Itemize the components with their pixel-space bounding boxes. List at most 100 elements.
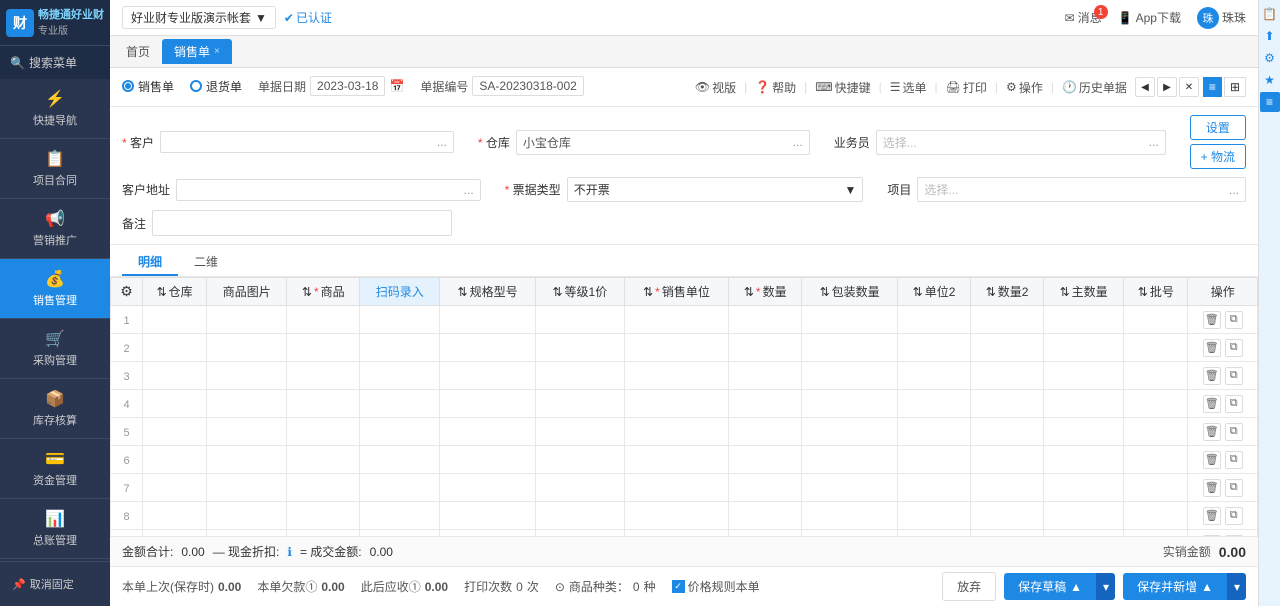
td-pack-qty[interactable] xyxy=(802,306,898,334)
customer-dots[interactable]: ... xyxy=(437,135,447,149)
view-card[interactable]: ⊞ xyxy=(1224,77,1246,97)
rp-icon-1[interactable]: 📋 xyxy=(1260,4,1280,24)
copy-icon[interactable]: ⧉ xyxy=(1225,311,1243,329)
sidebar-unpin[interactable]: 📌 取消固定 xyxy=(8,570,102,598)
sort-icon5[interactable]: ⇅ xyxy=(643,285,653,299)
note-input[interactable] xyxy=(152,210,452,236)
staff-dots[interactable]: ... xyxy=(1149,135,1159,149)
tab-sales-order[interactable]: 销售单 × xyxy=(162,39,232,64)
save-new-button[interactable]: 保存并新增 ▲ xyxy=(1123,573,1227,600)
sort-icon3[interactable]: ⇅ xyxy=(458,285,468,299)
address-dots[interactable]: ... xyxy=(464,183,474,197)
staff-input[interactable]: 选择... ... xyxy=(876,130,1166,155)
td-spec[interactable] xyxy=(440,306,536,334)
rp-icon-3[interactable]: ⚙ xyxy=(1260,48,1280,68)
action-view[interactable]: 👁 视版 xyxy=(691,77,740,98)
delete-icon[interactable]: 🗑 xyxy=(1203,339,1221,357)
sidebar-item-project[interactable]: 📋 项目合同 xyxy=(0,139,110,199)
sort-icon[interactable]: ⇅ xyxy=(157,285,167,299)
invoice-select[interactable]: 不开票 ▼ xyxy=(567,177,864,202)
copy-icon[interactable]: ⧉ xyxy=(1225,507,1243,525)
radio-returns[interactable]: 退货单 xyxy=(190,78,242,95)
calendar-icon[interactable]: 📅 xyxy=(389,79,404,93)
sort-icon6[interactable]: ⇅ xyxy=(744,285,754,299)
delete-icon[interactable]: 🗑 xyxy=(1203,423,1221,441)
td-image[interactable] xyxy=(207,306,287,334)
nav-close[interactable]: ✕ xyxy=(1179,77,1199,97)
number-value[interactable]: SA-20230318-002 xyxy=(472,76,583,96)
gear-icon[interactable]: ⚙ xyxy=(120,283,133,299)
td-product[interactable] xyxy=(287,306,360,334)
add-logistics-button[interactable]: + 物流 xyxy=(1190,144,1246,169)
radio-sales[interactable]: 销售单 xyxy=(122,78,174,95)
save-draft-arrow-button[interactable]: ▾ xyxy=(1096,573,1115,600)
sidebar-item-funds[interactable]: 💳 资金管理 xyxy=(0,439,110,499)
sort-icon8[interactable]: ⇅ xyxy=(913,285,923,299)
td-qty2[interactable] xyxy=(971,306,1044,334)
td-price1[interactable] xyxy=(535,306,624,334)
tab-close-icon[interactable]: × xyxy=(214,46,220,57)
price-check-checkbox[interactable] xyxy=(672,580,685,593)
app-download-btn[interactable]: 📱 App下载 xyxy=(1118,9,1181,26)
copy-icon[interactable]: ⧉ xyxy=(1225,423,1243,441)
sidebar-item-purchase[interactable]: 🛒 采购管理 xyxy=(0,319,110,379)
td-main-qty[interactable] xyxy=(1044,306,1124,334)
copy-icon[interactable]: ⧉ xyxy=(1225,479,1243,497)
copy-icon[interactable]: ⧉ xyxy=(1225,451,1243,469)
sort-icon4[interactable]: ⇅ xyxy=(552,285,562,299)
tab-detail[interactable]: 明细 xyxy=(122,249,178,276)
delete-icon[interactable]: 🗑 xyxy=(1203,479,1221,497)
view-table[interactable]: ≡ xyxy=(1203,77,1222,97)
address-input[interactable]: ... xyxy=(176,179,481,201)
sort-icon7[interactable]: ⇅ xyxy=(820,285,830,299)
td-unit2[interactable] xyxy=(898,306,971,334)
sort-icon2[interactable]: ⇅ xyxy=(302,285,312,299)
save-draft-button[interactable]: 保存草稿 ▲ xyxy=(1004,573,1096,600)
save-new-arrow-button[interactable]: ▾ xyxy=(1227,573,1246,600)
sort-icon10[interactable]: ⇅ xyxy=(1060,285,1070,299)
td-warehouse[interactable] xyxy=(143,306,207,334)
tab-home[interactable]: 首页 xyxy=(118,39,158,64)
td-batch-import[interactable] xyxy=(360,306,440,334)
sidebar-item-marketing[interactable]: 📢 营销推广 xyxy=(0,199,110,259)
copy-icon[interactable]: ⧉ xyxy=(1225,395,1243,413)
sort-icon9[interactable]: ⇅ xyxy=(986,285,996,299)
messages-btn[interactable]: ✉ 消息 1 xyxy=(1065,9,1102,26)
sidebar-item-inventory[interactable]: 📦 库存核算 xyxy=(0,379,110,439)
table-container[interactable]: ⚙ ⇅仓库 商品图片 ⇅*商品 扫码录入 ⇅规格型号 ⇅等级1价 ⇅*销售单位 … xyxy=(110,277,1258,536)
project-input[interactable]: 选择... ... xyxy=(917,177,1246,202)
sidebar-item-accounting[interactable]: 📊 总账管理 xyxy=(0,499,110,559)
action-ops[interactable]: ⚙ 操作 xyxy=(1002,77,1047,98)
user-btn[interactable]: 珠 珠珠 xyxy=(1197,7,1246,29)
copy-icon[interactable]: ⧉ xyxy=(1225,339,1243,357)
td-batch-no[interactable] xyxy=(1124,306,1188,334)
sidebar-search[interactable]: 🔍 搜索菜单 xyxy=(0,46,110,79)
nav-next[interactable]: ▶ xyxy=(1157,77,1177,97)
sidebar-item-quick-nav[interactable]: ⚡ 快捷导航 xyxy=(0,79,110,139)
action-shortcut[interactable]: ⌨ 快捷键 xyxy=(811,77,874,98)
delete-icon[interactable]: 🗑 xyxy=(1203,367,1221,385)
copy-icon[interactable]: ⧉ xyxy=(1225,367,1243,385)
action-print[interactable]: 🖨 打印 xyxy=(942,77,991,98)
price-check-item[interactable]: 价格规则本单 xyxy=(672,578,760,595)
project-dots[interactable]: ... xyxy=(1229,183,1239,197)
rp-icon-5[interactable]: ≡ xyxy=(1260,92,1280,112)
company-dropdown[interactable]: 好业财专业版演示帐套 ▼ xyxy=(122,6,276,29)
warehouse-input[interactable]: 小宝仓库 ... xyxy=(516,130,810,155)
tab-2d[interactable]: 二维 xyxy=(178,249,234,276)
customer-input[interactable]: ... xyxy=(160,131,454,153)
td-sales-unit[interactable] xyxy=(624,306,728,334)
nav-prev[interactable]: ◀ xyxy=(1135,77,1155,97)
delete-icon[interactable]: 🗑 xyxy=(1203,507,1221,525)
sort-icon11[interactable]: ⇅ xyxy=(1138,285,1148,299)
set-button[interactable]: 设置 xyxy=(1190,115,1246,140)
delete-icon[interactable]: 🗑 xyxy=(1203,311,1221,329)
action-select[interactable]: ☰ 选单 xyxy=(886,77,931,98)
sidebar-item-sales[interactable]: 💰 销售管理 xyxy=(0,259,110,319)
action-history[interactable]: 🕐 历史单据 xyxy=(1058,77,1131,98)
th-settings[interactable]: ⚙ xyxy=(111,278,143,306)
rp-icon-2[interactable]: ⬆ xyxy=(1260,26,1280,46)
help-circle-icon[interactable]: ℹ xyxy=(287,545,292,559)
warehouse-dots[interactable]: ... xyxy=(793,135,803,149)
rp-icon-4[interactable]: ★ xyxy=(1260,70,1280,90)
